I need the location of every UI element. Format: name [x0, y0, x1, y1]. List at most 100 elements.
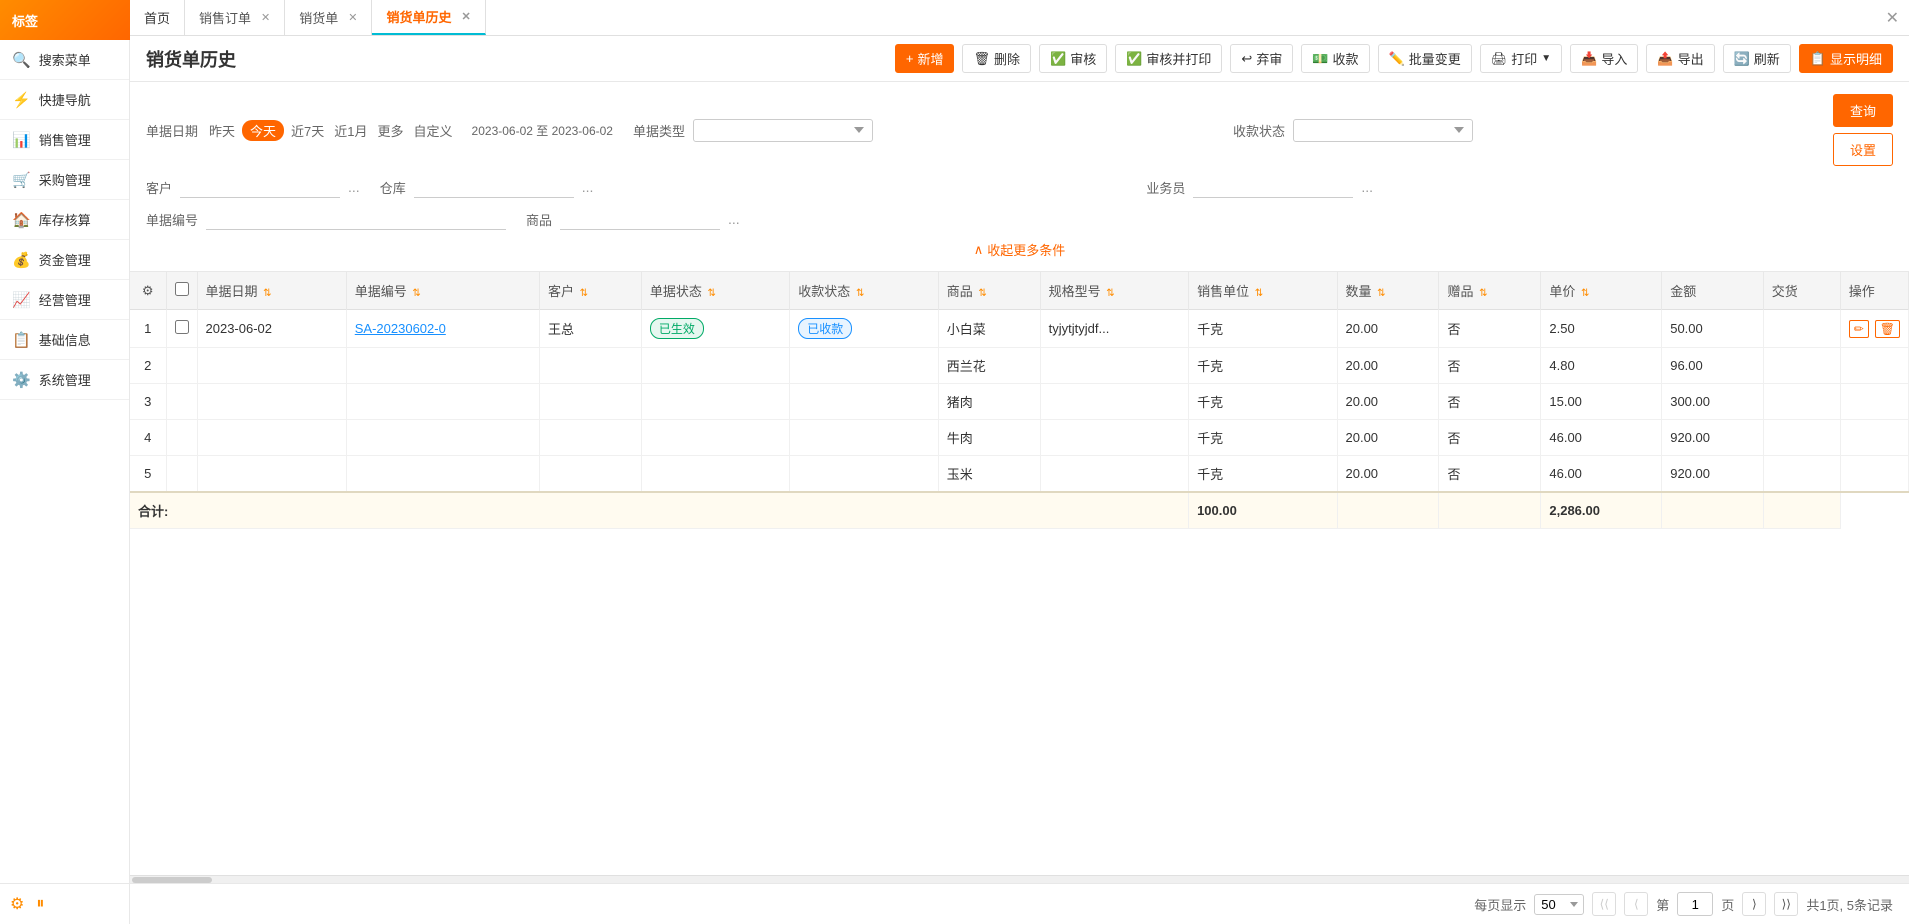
cell-gift-0: 否	[1439, 310, 1541, 348]
sidebar-item-purchase[interactable]: 🛒 采购管理	[0, 160, 129, 200]
last-page-button[interactable]: ⟩⟩	[1774, 892, 1798, 916]
warehouse-ellipsis[interactable]: ...	[582, 179, 594, 195]
page-input[interactable]	[1677, 892, 1713, 916]
shortcut-custom[interactable]: 自定义	[411, 120, 456, 141]
next-page-button[interactable]: ⟩	[1742, 892, 1766, 916]
filter-salesperson: 业务员 ...	[1146, 176, 1893, 198]
cell-checkbox-0[interactable]	[166, 310, 197, 348]
sidebar-item-inventory[interactable]: 🏠 库存核算	[0, 200, 129, 240]
tab-sales-order[interactable]: 销售订单 ✕	[185, 0, 285, 35]
tab-close-sales-order[interactable]: ✕	[261, 11, 270, 24]
sidebar-item-sales[interactable]: 📊 销售管理	[0, 120, 129, 160]
table-container[interactable]: ⚙ 单据日期 ⇅ 单据编号 ⇅ 客户 ⇅	[130, 272, 1909, 875]
collapse-button[interactable]: ∧ 收起更多条件	[146, 240, 1893, 259]
cell-checkbox-4[interactable]	[166, 456, 197, 493]
horizontal-scrollbar[interactable]	[130, 875, 1909, 883]
cell-price-0: 2.50	[1541, 310, 1662, 348]
shortcut-more[interactable]: 更多	[375, 120, 407, 141]
shortcut-yesterday[interactable]: 昨天	[206, 120, 238, 141]
sidebar-item-basic-info[interactable]: 📋 基础信息	[0, 320, 129, 360]
delete-icon: 🗑	[973, 51, 990, 67]
tab-close-sales-history[interactable]: ✕	[462, 10, 471, 23]
show-detail-button[interactable]: 📋 显示明细	[1799, 44, 1893, 73]
cell-spec-3	[1040, 420, 1188, 456]
th-checkbox[interactable]	[166, 272, 197, 310]
customer-ellipsis[interactable]: ...	[348, 179, 360, 195]
th-gift-label: 赠品	[1447, 284, 1473, 299]
cell-checkbox-1[interactable]	[166, 348, 197, 384]
shortcut-today[interactable]: 今天	[242, 120, 284, 141]
th-qty[interactable]: 数量 ⇅	[1337, 272, 1439, 310]
warehouse-input[interactable]	[414, 176, 574, 198]
query-button[interactable]: 查询	[1833, 94, 1893, 127]
shortcut-month[interactable]: 近1月	[331, 120, 370, 141]
doc-status-badge: 已生效	[650, 318, 704, 339]
customer-input[interactable]	[180, 176, 340, 198]
shortcut-7days[interactable]: 近7天	[288, 120, 327, 141]
sidebar-item-sys[interactable]: ⚙️ 系统管理	[0, 360, 129, 400]
settings-bottom-icon[interactable]: ⚙	[10, 894, 24, 914]
cell-paystatus-2	[790, 384, 938, 420]
cell-checkbox-3[interactable]	[166, 420, 197, 456]
scroll-thumb[interactable]	[132, 877, 212, 883]
abandon-button[interactable]: ↩ 弃审	[1230, 44, 1293, 73]
th-settings[interactable]: ⚙	[130, 272, 166, 310]
export-button[interactable]: 📤 导出	[1646, 44, 1714, 73]
th-paystatus[interactable]: 收款状态 ⇅	[790, 272, 938, 310]
sidebar-item-finance[interactable]: 💰 资金管理	[0, 240, 129, 280]
per-page-select[interactable]: 50 100 200	[1534, 894, 1584, 915]
action-btn-1[interactable]: 🗑	[1875, 320, 1900, 338]
cell-docstatus-0: 已生效	[641, 310, 789, 348]
summary-trade-empty	[1662, 492, 1763, 529]
settings-gear[interactable]: ⚙	[142, 283, 154, 298]
sidebar-item-search[interactable]: 🔍 搜索菜单	[0, 40, 129, 80]
filter-area: 单据日期 昨天 今天 近7天 近1月 更多 自定义 2023-06-02 至 2…	[130, 82, 1909, 272]
salesperson-input[interactable]	[1193, 176, 1353, 198]
sidebar-item-operation[interactable]: 📈 经营管理	[0, 280, 129, 320]
setting-button[interactable]: 设置	[1833, 133, 1893, 166]
page-title: 销货单历史	[146, 46, 236, 72]
tab-close-sales-delivery[interactable]: ✕	[348, 11, 357, 24]
first-page-button[interactable]: ⟨⟨	[1592, 892, 1616, 916]
th-date[interactable]: 单据日期 ⇅	[197, 272, 346, 310]
print-button[interactable]: 🖨 打印 ▼	[1480, 44, 1562, 73]
action-btn-0[interactable]: ✏	[1849, 320, 1869, 338]
payment-status-select[interactable]	[1293, 119, 1473, 142]
cell-docno-0[interactable]: SA-20230602-0	[346, 310, 539, 348]
salesperson-ellipsis[interactable]: ...	[1361, 179, 1373, 195]
th-spec[interactable]: 规格型号 ⇅	[1040, 272, 1188, 310]
th-customer[interactable]: 客户 ⇅	[539, 272, 641, 310]
product-input[interactable]	[560, 208, 720, 230]
delete-button[interactable]: 🗑 删除	[962, 44, 1031, 73]
refresh-button[interactable]: 🔄 刷新	[1723, 44, 1791, 73]
th-docno[interactable]: 单据编号 ⇅	[346, 272, 539, 310]
th-docstatus[interactable]: 单据状态 ⇅	[641, 272, 789, 310]
collect-button[interactable]: 💵 收款	[1301, 44, 1369, 73]
batch-change-button[interactable]: ✏️ 批量变更	[1378, 44, 1472, 73]
product-ellipsis[interactable]: ...	[728, 211, 740, 227]
pause-icon[interactable]: ⏸	[36, 895, 44, 913]
tab-home[interactable]: 首页	[130, 0, 185, 35]
audit-button[interactable]: ✅ 审核	[1039, 44, 1107, 73]
tab-sales-history[interactable]: 销货单历史 ✕	[372, 0, 485, 35]
th-gift[interactable]: 赠品 ⇅	[1439, 272, 1541, 310]
cell-checkbox-2[interactable]	[166, 384, 197, 420]
sidebar-item-quick-nav[interactable]: ⚡ 快捷导航	[0, 80, 129, 120]
sort-product-icon: ⇅	[978, 288, 986, 299]
row-checkbox[interactable]	[175, 320, 189, 334]
th-price[interactable]: 单价 ⇅	[1541, 272, 1662, 310]
doc-type-select[interactable]	[693, 119, 873, 142]
new-button[interactable]: + 新增	[895, 44, 955, 73]
audit-print-button[interactable]: ✅ 审核并打印	[1115, 44, 1222, 73]
prev-page-button[interactable]: ⟨	[1624, 892, 1648, 916]
th-unit[interactable]: 销售单位 ⇅	[1189, 272, 1337, 310]
cell-docno-1	[346, 348, 539, 384]
cell-spec-0: tyjytjtyjdf...	[1040, 310, 1188, 348]
tab-bar-close[interactable]: ✕	[1886, 8, 1909, 28]
cell-date-1	[197, 348, 346, 384]
th-product[interactable]: 商品 ⇅	[938, 272, 1040, 310]
select-all-checkbox[interactable]	[175, 282, 189, 296]
doc-no-input[interactable]	[206, 208, 506, 230]
tab-sales-delivery[interactable]: 销货单 ✕	[285, 0, 372, 35]
import-button[interactable]: 📥 导入	[1570, 44, 1638, 73]
